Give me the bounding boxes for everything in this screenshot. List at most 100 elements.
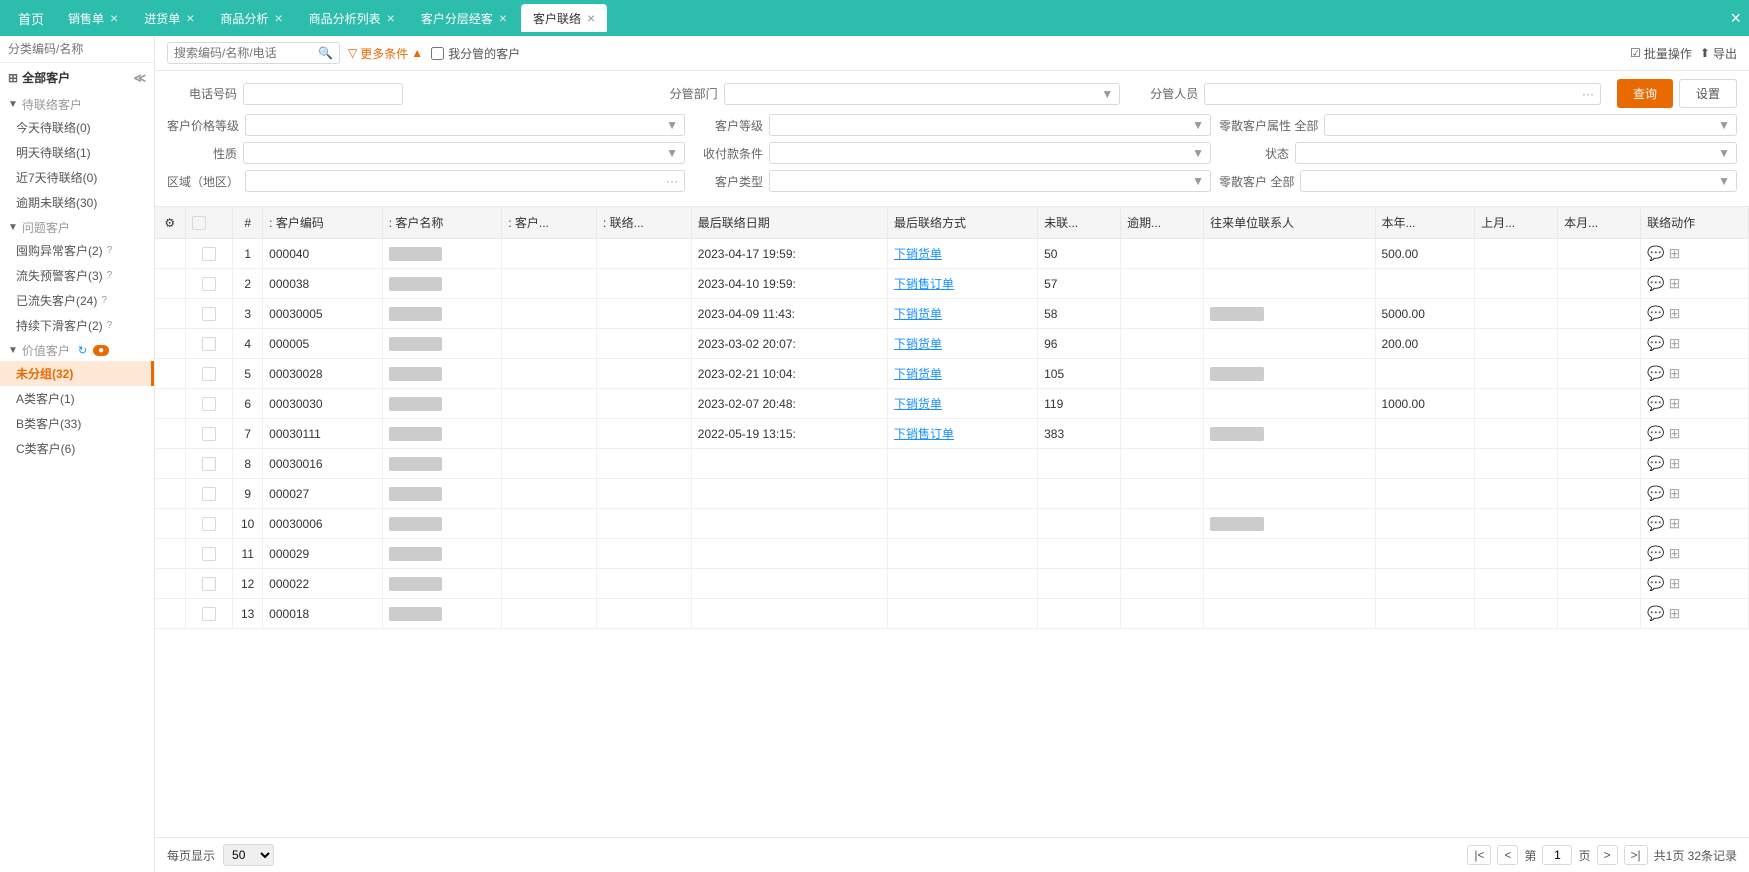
- filter-input-phone[interactable]: [243, 83, 403, 105]
- filter-select-person[interactable]: ···: [1204, 83, 1601, 105]
- first-page-btn[interactable]: |<: [1467, 845, 1491, 865]
- grid-action-icon[interactable]: ⊞: [1669, 455, 1681, 472]
- chat-icon[interactable]: 💬: [1647, 575, 1664, 592]
- grid-action-icon[interactable]: ⊞: [1669, 245, 1681, 262]
- col-this-month[interactable]: 本月...: [1558, 207, 1641, 239]
- chat-icon[interactable]: 💬: [1647, 425, 1664, 442]
- col-settings[interactable]: ⚙: [155, 207, 185, 239]
- grid-action-icon[interactable]: ⊞: [1669, 395, 1681, 412]
- col-code[interactable]: : 客户编码: [263, 207, 383, 239]
- col-uncontact[interactable]: 未联...: [1038, 207, 1121, 239]
- filter-search-input[interactable]: [174, 46, 314, 60]
- page-input[interactable]: [1542, 845, 1572, 865]
- chat-icon[interactable]: 💬: [1647, 545, 1664, 562]
- grid-action-icon[interactable]: ⊞: [1669, 305, 1681, 322]
- close-product-list-tab[interactable]: ×: [387, 11, 395, 25]
- filter-select-customer-type[interactable]: ▼: [769, 170, 1211, 192]
- query-button[interactable]: 查询: [1617, 79, 1673, 108]
- sidebar-item-today[interactable]: 今天待联络(0): [0, 115, 154, 140]
- prev-page-btn[interactable]: <: [1497, 845, 1518, 865]
- sidebar-item-tomorrow[interactable]: 明天待联络(1): [0, 140, 154, 165]
- cell-last-contact-way[interactable]: 下销货单: [887, 239, 1037, 269]
- cell-checkbox[interactable]: [185, 539, 233, 569]
- filter-select-nature[interactable]: ▼: [243, 142, 685, 164]
- grid-action-icon[interactable]: ⊞: [1669, 485, 1681, 502]
- chat-icon[interactable]: 💬: [1647, 305, 1664, 322]
- cell-checkbox[interactable]: [185, 239, 233, 269]
- chat-icon[interactable]: 💬: [1647, 365, 1664, 382]
- value-customer-group[interactable]: ▼ 价值客户 ↻ ●: [0, 338, 154, 361]
- cell-checkbox[interactable]: [185, 479, 233, 509]
- my-customers-filter[interactable]: 我分管的客户: [431, 45, 520, 62]
- cell-checkbox[interactable]: [185, 359, 233, 389]
- batch-op-btn[interactable]: ☑ 批量操作: [1630, 45, 1692, 62]
- filter-search-icon[interactable]: 🔍: [318, 46, 333, 60]
- filter-select-area[interactable]: ···: [245, 170, 685, 192]
- cell-checkbox[interactable]: [185, 329, 233, 359]
- sidebar-item-c-class[interactable]: C类客户(6): [0, 436, 154, 461]
- tab-purchase[interactable]: 进货单 ×: [132, 4, 206, 32]
- sidebar-item-churned[interactable]: 已流失客户(24) ?: [0, 288, 154, 313]
- sidebar-search-input[interactable]: [8, 42, 155, 56]
- chat-icon[interactable]: 💬: [1647, 275, 1664, 292]
- cell-checkbox[interactable]: [185, 389, 233, 419]
- sidebar-item-hoarding[interactable]: 囤购异常客户(2) ?: [0, 238, 154, 263]
- tab-product-list[interactable]: 商品分析列表 ×: [297, 4, 407, 32]
- refresh-icon[interactable]: ↻: [78, 344, 87, 357]
- chat-icon[interactable]: 💬: [1647, 605, 1664, 622]
- col-checkbox[interactable]: [185, 207, 233, 239]
- cell-checkbox[interactable]: [185, 449, 233, 479]
- chat-icon[interactable]: 💬: [1647, 335, 1664, 352]
- sidebar-item-overdue[interactable]: 逾期未联络(30): [0, 190, 154, 215]
- filter-select-price-level[interactable]: ▼: [245, 114, 685, 136]
- sidebar-item-a-class[interactable]: A类客户(1): [0, 386, 154, 411]
- col-overdue[interactable]: 逾期...: [1121, 207, 1204, 239]
- close-sales-tab[interactable]: ×: [110, 11, 118, 25]
- cell-checkbox[interactable]: [185, 509, 233, 539]
- filter-select-dept[interactable]: ▼: [724, 83, 1121, 105]
- chat-icon[interactable]: 💬: [1647, 455, 1664, 472]
- filter-select-status[interactable]: ▼: [1295, 142, 1737, 164]
- col-name[interactable]: : 客户名称: [382, 207, 502, 239]
- close-product-analysis-tab[interactable]: ×: [274, 11, 282, 25]
- col-this-year[interactable]: 本年...: [1375, 207, 1475, 239]
- chat-icon[interactable]: 💬: [1647, 515, 1664, 532]
- filter-select-payment[interactable]: ▼: [769, 142, 1211, 164]
- filter-select-customer-level[interactable]: ▼: [769, 114, 1211, 136]
- per-page-select[interactable]: 50 100: [223, 844, 274, 866]
- window-close-button[interactable]: ×: [1730, 8, 1741, 29]
- cell-checkbox[interactable]: [185, 269, 233, 299]
- chat-icon[interactable]: 💬: [1647, 485, 1664, 502]
- grid-action-icon[interactable]: ⊞: [1669, 515, 1681, 532]
- grid-action-icon[interactable]: ⊞: [1669, 545, 1681, 562]
- last-page-btn[interactable]: >|: [1624, 845, 1648, 865]
- tab-product-analysis[interactable]: 商品分析 ×: [208, 4, 294, 32]
- filter-select-retail-attr[interactable]: ▼: [1324, 114, 1737, 136]
- sidebar-item-churn-warning[interactable]: 流失预警客户(3) ?: [0, 263, 154, 288]
- sidebar-item-declining[interactable]: 持续下滑客户(2) ?: [0, 313, 154, 338]
- grid-action-icon[interactable]: ⊞: [1669, 425, 1681, 442]
- chat-icon[interactable]: 💬: [1647, 245, 1664, 262]
- cell-last-contact-way[interactable]: 下销货单: [887, 299, 1037, 329]
- cell-last-contact-way[interactable]: 下销货单: [887, 329, 1037, 359]
- filter-more-btn[interactable]: ▽ 更多条件 ▲: [348, 45, 423, 62]
- cell-checkbox[interactable]: [185, 299, 233, 329]
- col-last-contact-date[interactable]: 最后联络日期: [691, 207, 887, 239]
- cell-last-contact-way[interactable]: 下销货单: [887, 389, 1037, 419]
- tab-sales[interactable]: 销售单 ×: [56, 4, 130, 32]
- tab-customer-contact[interactable]: 客户联络 ×: [521, 4, 607, 32]
- grid-action-icon[interactable]: ⊞: [1669, 365, 1681, 382]
- cell-checkbox[interactable]: [185, 599, 233, 629]
- col-last-contact-way[interactable]: 最后联络方式: [887, 207, 1037, 239]
- problem-customer-group[interactable]: ▼ 问题客户: [0, 215, 154, 238]
- cell-checkbox[interactable]: [185, 569, 233, 599]
- close-customer-contact-tab[interactable]: ×: [587, 11, 595, 25]
- all-customers-header[interactable]: ⊞ 全部客户 ≪: [0, 63, 154, 92]
- my-customers-checkbox[interactable]: [431, 47, 444, 60]
- chat-icon[interactable]: 💬: [1647, 395, 1664, 412]
- sidebar-item-b-class[interactable]: B类客户(33): [0, 411, 154, 436]
- grid-action-icon[interactable]: ⊞: [1669, 275, 1681, 292]
- cell-checkbox[interactable]: [185, 419, 233, 449]
- col-contact[interactable]: : 联络...: [596, 207, 691, 239]
- col-customer-type[interactable]: : 客户...: [502, 207, 597, 239]
